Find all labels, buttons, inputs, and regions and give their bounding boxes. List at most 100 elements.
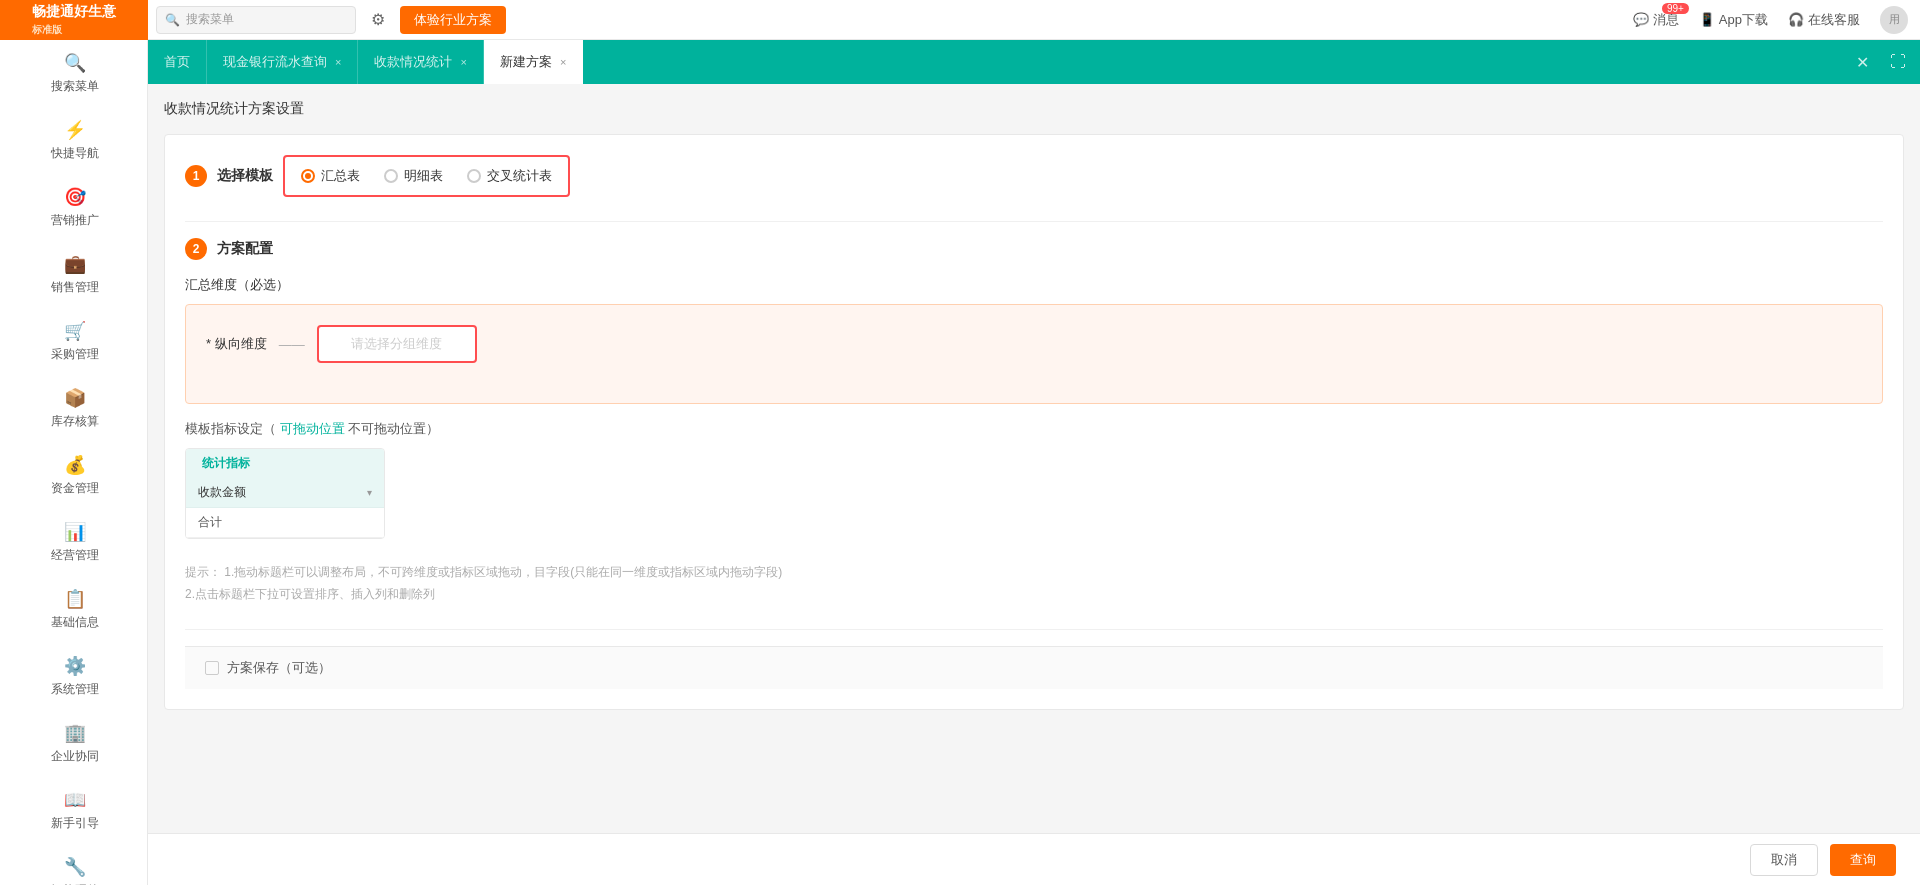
system-icon: ⚙️: [64, 655, 86, 677]
marketing-icon: 🎯: [64, 186, 86, 208]
download-icon: 📱: [1699, 12, 1715, 27]
tips-section: 提示： 1.拖动标题栏可以调整布局，不可跨维度或指标区域拖动，目字段(只能在同一…: [185, 562, 1883, 605]
logo-text: 畅捷通好生意: [32, 3, 116, 21]
sidebar-item-enterprise[interactable]: 🏢 企业协同: [0, 710, 147, 777]
indicator-group-label: 统计指标: [186, 449, 384, 478]
indicator-section: 模板指标设定（ 可拖动位置 不可拖动位置） 统计指标 收款金额 ▾: [185, 420, 1883, 605]
radio-crosstab[interactable]: 交叉统计表: [467, 167, 552, 185]
indicator-sum-label: 合计: [198, 515, 222, 529]
tab-newplan[interactable]: 新建方案 ×: [484, 40, 583, 84]
sidebar-item-marketing[interactable]: 🎯 营销推广: [0, 174, 147, 241]
radio-detail[interactable]: 明细表: [384, 167, 443, 185]
dim-arrow: ——: [279, 337, 305, 352]
tip-1-text: 提示： 1.拖动标题栏可以调整布局，不可跨维度或指标区域拖动，目字段(只能在同一…: [185, 562, 782, 584]
save-checkbox[interactable]: [205, 661, 219, 675]
sidebar-item-system[interactable]: ⚙️ 系统管理: [0, 643, 147, 710]
footer-bar: 取消 查询: [148, 833, 1920, 885]
guide-icon: 📖: [64, 789, 86, 811]
search-bar[interactable]: 🔍 搜索菜单: [156, 6, 356, 34]
sidebar-item-guide[interactable]: 📖 新手引导: [0, 777, 147, 844]
online-support[interactable]: 🎧 在线客服: [1788, 11, 1860, 29]
radio-detail-label: 明细表: [404, 167, 443, 185]
divider1: [185, 221, 1883, 222]
content-area: 首页 现金银行流水查询 × 收款情况统计 × 新建方案 × ✕ ⛶ 收款情况统计…: [148, 40, 1920, 885]
tab-newplan-label: 新建方案: [500, 53, 552, 71]
dim-placeholder[interactable]: 请选择分组维度: [317, 325, 477, 363]
tab-home[interactable]: 首页: [148, 40, 207, 84]
search-icon: 🔍: [165, 13, 180, 27]
step2-title: 方案配置: [217, 240, 273, 258]
draggable-hint: 可拖动位置: [280, 421, 345, 436]
save-section: 方案保存（可选）: [185, 646, 1883, 689]
sidebar: 🔍 搜索菜单 ⚡ 快捷导航 🎯 营销推广 💼 销售管理 🛒 采购管理 📦 库存核…: [0, 40, 148, 885]
radio-summary-label: 汇总表: [321, 167, 360, 185]
purchase-icon: 🛒: [64, 320, 86, 342]
vertical-dim-row: * 纵向维度 —— 请选择分组维度: [206, 325, 1862, 363]
step1-number: 1: [185, 165, 207, 187]
sidebar-item-finance[interactable]: 💰 资金管理: [0, 442, 147, 509]
gear-button[interactable]: ⚙: [364, 6, 392, 34]
step1-section: 1 选择模板 汇总表 明细表: [185, 155, 1883, 197]
sidebar-item-label: 快捷导航: [51, 145, 99, 162]
sidebar-item-hardware[interactable]: 🔧 智能硬件: [0, 844, 147, 885]
sidebar-item-management[interactable]: 📊 经营管理: [0, 509, 147, 576]
radio-crosstab-label: 交叉统计表: [487, 167, 552, 185]
quicknav-icon: ⚡: [64, 119, 86, 141]
support-icon: 🎧: [1788, 12, 1804, 27]
dimension-area: * 纵向维度 —— 请选择分组维度: [185, 304, 1883, 404]
tab-receipts-label: 收款情况统计: [374, 53, 452, 71]
search-placeholder: 搜索菜单: [186, 11, 234, 28]
tab-cashflow-close[interactable]: ×: [335, 56, 341, 68]
template-selection: 汇总表 明细表 交叉统计表: [283, 155, 570, 197]
app-download[interactable]: 📱 App下载: [1699, 11, 1768, 29]
indicator-col-header[interactable]: 收款金额 ▾: [186, 478, 384, 508]
radio-summary[interactable]: 汇总表: [301, 167, 360, 185]
sidebar-item-label: 企业协同: [51, 748, 99, 765]
tab-newplan-close[interactable]: ×: [560, 56, 566, 68]
page-content: 收款情况统计方案设置 1 选择模板 汇总表: [148, 84, 1920, 833]
tip-line-1: 提示： 1.拖动标题栏可以调整布局，不可跨维度或指标区域拖动，目字段(只能在同一…: [185, 562, 1883, 584]
hardware-icon: 🔧: [64, 856, 86, 878]
message-icon: 💬: [1633, 12, 1649, 27]
notification-badge: 99+: [1662, 3, 1689, 14]
tip-line-2: 2.点击标题栏下拉可设置排序、插入列和删除列: [185, 584, 1883, 606]
tab-cashflow[interactable]: 现金银行流水查询 ×: [207, 40, 358, 84]
radio-detail-circle: [384, 169, 398, 183]
sidebar-item-label: 经营管理: [51, 547, 99, 564]
finance-icon: 💰: [64, 454, 86, 476]
industry-button[interactable]: 体验行业方案: [400, 6, 506, 34]
sidebar-item-label: 系统管理: [51, 681, 99, 698]
query-button[interactable]: 查询: [1830, 844, 1896, 876]
vertical-dim-label: * 纵向维度: [206, 335, 267, 353]
enterprise-icon: 🏢: [64, 722, 86, 744]
sidebar-item-quicknav[interactable]: ⚡ 快捷导航: [0, 107, 147, 174]
cancel-button[interactable]: 取消: [1750, 844, 1818, 876]
indicator-label: 模板指标设定（ 可拖动位置 不可拖动位置）: [185, 420, 1883, 438]
sidebar-item-label: 营销推广: [51, 212, 99, 229]
close-window-button[interactable]: ✕: [1848, 48, 1876, 76]
divider2: [185, 629, 1883, 630]
indicator-col-label: 收款金额: [198, 484, 246, 501]
sidebar-item-label: 基础信息: [51, 614, 99, 631]
indicator-label-text: 模板指标设定（ 可拖动位置 不可拖动位置）: [185, 420, 439, 438]
sidebar-item-sales[interactable]: 💼 销售管理: [0, 241, 147, 308]
radio-summary-circle: [301, 169, 315, 183]
main-layout: 🔍 搜索菜单 ⚡ 快捷导航 🎯 营销推广 💼 销售管理 🛒 采购管理 📦 库存核…: [0, 40, 1920, 885]
indicator-sum-row: 合计: [186, 508, 384, 538]
sidebar-item-search[interactable]: 🔍 搜索菜单: [0, 40, 147, 107]
sidebar-item-basic-info[interactable]: 📋 基础信息: [0, 576, 147, 643]
tab-home-label: 首页: [164, 53, 190, 71]
maximize-window-button[interactable]: ⛶: [1884, 48, 1912, 76]
sidebar-item-label: 库存核算: [51, 413, 99, 430]
sidebar-item-purchase[interactable]: 🛒 采购管理: [0, 308, 147, 375]
tab-bar: 首页 现金银行流水查询 × 收款情况统计 × 新建方案 × ✕ ⛶: [148, 40, 1920, 84]
indicator-table: 统计指标 收款金额 ▾ 合计: [185, 448, 385, 539]
user-avatar[interactable]: 用: [1880, 6, 1908, 34]
header-right: 💬 消息 99+ 📱 App下载 🎧 在线客服 用: [1633, 6, 1908, 34]
tab-receipts[interactable]: 收款情况统计 ×: [358, 40, 483, 84]
sidebar-item-inventory[interactable]: 📦 库存核算: [0, 375, 147, 442]
dropdown-arrow-icon[interactable]: ▾: [367, 487, 372, 498]
main-panel: 1 选择模板 汇总表 明细表: [164, 134, 1904, 710]
tab-receipts-close[interactable]: ×: [460, 56, 466, 68]
notification-item[interactable]: 💬 消息 99+: [1633, 11, 1679, 29]
